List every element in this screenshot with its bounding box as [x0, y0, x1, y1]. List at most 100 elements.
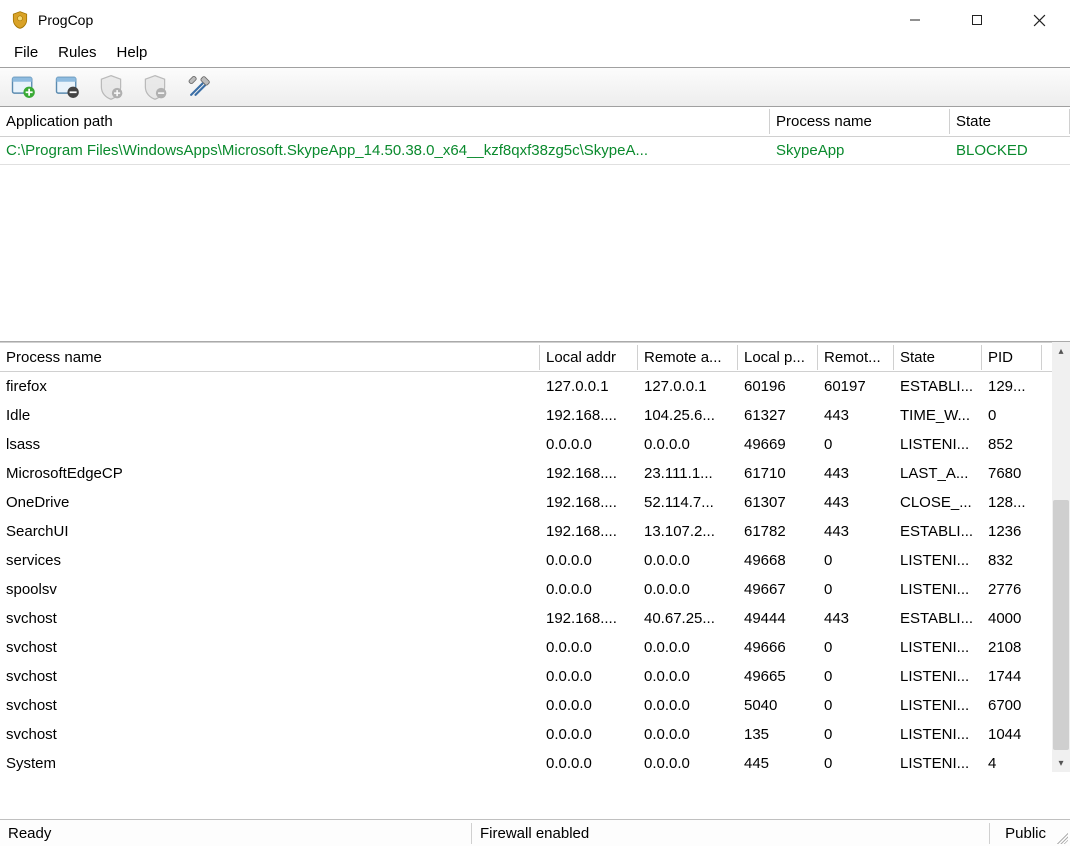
rules-row[interactable]: C:\Program Files\WindowsApps\Microsoft.S… — [0, 137, 1070, 165]
cell-local-addr: 0.0.0.0 — [540, 549, 638, 572]
cell-process: services — [0, 549, 540, 572]
cell-local-port: 49667 — [738, 578, 818, 601]
col-application-path[interactable]: Application path — [0, 109, 770, 134]
connection-row[interactable]: svchost0.0.0.00.0.0.01350LISTENI...1044 — [0, 720, 1052, 749]
cell-pid: 1744 — [982, 665, 1042, 688]
status-ready: Ready — [0, 823, 472, 844]
scroll-up-icon[interactable]: ▴ — [1052, 342, 1070, 360]
cell-process: Idle — [0, 404, 540, 427]
connection-row[interactable]: spoolsv0.0.0.00.0.0.0496670LISTENI...277… — [0, 575, 1052, 604]
cell-conn-state: LISTENI... — [894, 694, 982, 717]
cell-conn-state: LISTENI... — [894, 752, 982, 772]
cell-local-port: 60196 — [738, 375, 818, 398]
cell-conn-state: TIME_W... — [894, 404, 982, 427]
cell-pid: 0 — [982, 404, 1042, 427]
connection-row[interactable]: lsass0.0.0.00.0.0.0496690LISTENI...852 — [0, 430, 1052, 459]
col-remote-addr[interactable]: Remote a... — [638, 345, 738, 370]
cell-remote-addr: 52.114.7... — [638, 491, 738, 514]
cell-remote-port: 0 — [818, 723, 894, 746]
cell-process: OneDrive — [0, 491, 540, 514]
cell-conn-state: ESTABLI... — [894, 520, 982, 543]
menu-rules[interactable]: Rules — [48, 42, 106, 63]
cell-remote-port: 0 — [818, 752, 894, 772]
cell-process: svchost — [0, 694, 540, 717]
cell-local-port: 49665 — [738, 665, 818, 688]
settings-button[interactable] — [182, 71, 216, 103]
connection-row[interactable]: System0.0.0.00.0.0.04450LISTENI...4 — [0, 749, 1052, 772]
col-process[interactable]: Process name — [0, 345, 540, 370]
cell-remote-addr: 40.67.25... — [638, 607, 738, 630]
cell-process: svchost — [0, 723, 540, 746]
cell-local-port: 49666 — [738, 636, 818, 659]
col-conn-state[interactable]: State — [894, 345, 982, 370]
cell-conn-state: LISTENI... — [894, 636, 982, 659]
menu-bar: File Rules Help — [0, 40, 1070, 67]
cell-remote-addr: 13.107.2... — [638, 520, 738, 543]
toolbar — [0, 67, 1070, 107]
scroll-thumb[interactable] — [1053, 500, 1069, 750]
cell-pid: 4000 — [982, 607, 1042, 630]
shield-add-button[interactable] — [94, 71, 128, 103]
col-local-addr[interactable]: Local addr — [540, 345, 638, 370]
cell-pid: 128... — [982, 491, 1042, 514]
cell-remote-port: 0 — [818, 578, 894, 601]
connection-row[interactable]: Idle192.168....104.25.6...61327443TIME_W… — [0, 401, 1052, 430]
connection-row[interactable]: svchost0.0.0.00.0.0.0496660LISTENI...210… — [0, 633, 1052, 662]
col-local-port[interactable]: Local p... — [738, 345, 818, 370]
cell-conn-state: LAST_A... — [894, 462, 982, 485]
cell-local-addr: 192.168.... — [540, 404, 638, 427]
cell-pid: 832 — [982, 549, 1042, 572]
col-process-name[interactable]: Process name — [770, 109, 950, 134]
minimize-button[interactable] — [884, 0, 946, 40]
cell-local-port: 49668 — [738, 549, 818, 572]
connection-row[interactable]: firefox127.0.0.1127.0.0.16019660197ESTAB… — [0, 372, 1052, 401]
cell-remote-addr: 104.25.6... — [638, 404, 738, 427]
connections-scrollbar[interactable]: ▴ ▾ — [1052, 342, 1070, 772]
cell-local-port: 445 — [738, 752, 818, 772]
maximize-button[interactable] — [946, 0, 1008, 40]
connection-row[interactable]: svchost0.0.0.00.0.0.0496650LISTENI...174… — [0, 662, 1052, 691]
scroll-track[interactable] — [1052, 360, 1070, 754]
cell-remote-addr: 0.0.0.0 — [638, 636, 738, 659]
cell-local-port: 49444 — [738, 607, 818, 630]
add-rule-button[interactable] — [6, 71, 40, 103]
rules-header-row: Application path Process name State — [0, 107, 1070, 137]
cell-local-port: 61327 — [738, 404, 818, 427]
cell-pid: 2776 — [982, 578, 1042, 601]
cell-local-port: 61307 — [738, 491, 818, 514]
col-remote-port[interactable]: Remot... — [818, 345, 894, 370]
status-bar: Ready Firewall enabled Public — [0, 819, 1070, 846]
connection-row[interactable]: services0.0.0.00.0.0.0496680LISTENI...83… — [0, 546, 1052, 575]
cell-app-path: C:\Program Files\WindowsApps\Microsoft.S… — [0, 138, 770, 163]
cell-conn-state: LISTENI... — [894, 549, 982, 572]
menu-help[interactable]: Help — [107, 42, 158, 63]
cell-process: firefox — [0, 375, 540, 398]
menu-file[interactable]: File — [4, 42, 48, 63]
cell-remote-addr: 0.0.0.0 — [638, 665, 738, 688]
col-state[interactable]: State — [950, 109, 1070, 134]
connection-row[interactable]: svchost0.0.0.00.0.0.050400LISTENI...6700 — [0, 691, 1052, 720]
connection-row[interactable]: MicrosoftEdgeCP192.168....23.111.1...617… — [0, 459, 1052, 488]
cell-pid: 7680 — [982, 462, 1042, 485]
col-pid[interactable]: PID — [982, 345, 1042, 370]
cell-remote-port: 0 — [818, 433, 894, 456]
cell-local-port: 5040 — [738, 694, 818, 717]
cell-remote-port: 443 — [818, 520, 894, 543]
cell-conn-state: LISTENI... — [894, 723, 982, 746]
cell-local-port: 135 — [738, 723, 818, 746]
connection-row[interactable]: SearchUI192.168....13.107.2...61782443ES… — [0, 517, 1052, 546]
cell-process: lsass — [0, 433, 540, 456]
close-button[interactable] — [1008, 0, 1070, 40]
cell-local-addr: 0.0.0.0 — [540, 694, 638, 717]
cell-remote-port: 443 — [818, 607, 894, 630]
resize-grip-icon[interactable] — [1054, 830, 1068, 844]
cell-state: BLOCKED — [950, 138, 1070, 163]
cell-conn-state: LISTENI... — [894, 433, 982, 456]
connections-header-row: Process name Local addr Remote a... Loca… — [0, 342, 1052, 372]
connection-row[interactable]: OneDrive192.168....52.114.7...61307443CL… — [0, 488, 1052, 517]
remove-rule-button[interactable] — [50, 71, 84, 103]
scroll-down-icon[interactable]: ▾ — [1052, 754, 1070, 772]
connection-row[interactable]: svchost192.168....40.67.25...49444443EST… — [0, 604, 1052, 633]
shield-remove-button[interactable] — [138, 71, 172, 103]
cell-process: svchost — [0, 607, 540, 630]
